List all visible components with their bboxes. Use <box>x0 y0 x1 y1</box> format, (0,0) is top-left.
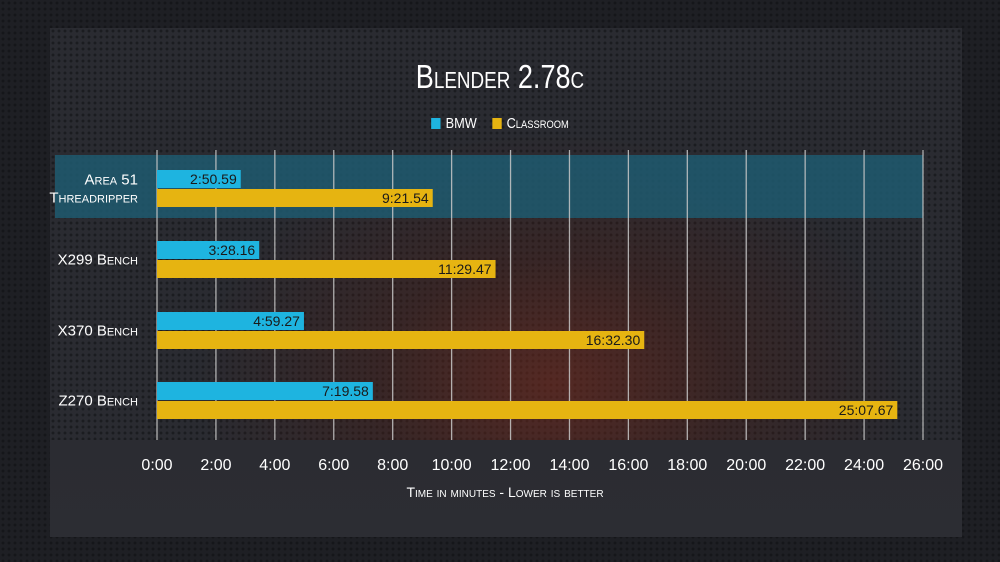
data-label: 9:21.54 <box>382 190 429 206</box>
data-label: 25:07.67 <box>839 402 894 418</box>
bar-classroom-3 <box>157 401 898 419</box>
x-tick-label: 4:00 <box>259 457 290 474</box>
category-label: X370 Bench <box>58 323 138 340</box>
category-label: Z270 Bench <box>58 393 138 410</box>
data-label: 11:29.47 <box>438 261 492 277</box>
x-tick-label: 24:00 <box>844 457 884 474</box>
x-tick-label: 10:00 <box>432 457 472 474</box>
x-tick-label: 16:00 <box>608 457 648 474</box>
x-tick-label: 12:00 <box>491 457 531 474</box>
x-tick-label: 8:00 <box>377 457 408 474</box>
x-tick-label: 22:00 <box>785 457 825 474</box>
data-label: 16:32.30 <box>586 332 641 348</box>
category-label: Threadripper <box>49 190 138 207</box>
x-tick-label: 0:00 <box>141 457 172 474</box>
x-axis-label: Time in minutes - Lower is better <box>406 484 603 500</box>
bar-chart: 2:50.59 9:21.54 Area 51Threadripper 3:28.16… <box>49 150 943 500</box>
x-tick-label: 18:00 <box>667 457 707 474</box>
data-label: 4:59.27 <box>253 313 300 329</box>
category-label: X299 Bench <box>58 252 138 269</box>
bar-classroom-2 <box>157 331 645 349</box>
data-label: 3:28.16 <box>208 242 255 258</box>
data-label: 7:19.58 <box>322 383 369 399</box>
x-tick-label: 26:00 <box>903 457 943 474</box>
category-label: Area 51 <box>85 172 138 189</box>
data-label: 2:50.59 <box>190 171 237 187</box>
x-tick-label: 20:00 <box>726 457 766 474</box>
x-tick-label: 6:00 <box>318 457 349 474</box>
x-tick-label: 14:00 <box>549 457 589 474</box>
x-tick-label: 2:00 <box>200 457 231 474</box>
